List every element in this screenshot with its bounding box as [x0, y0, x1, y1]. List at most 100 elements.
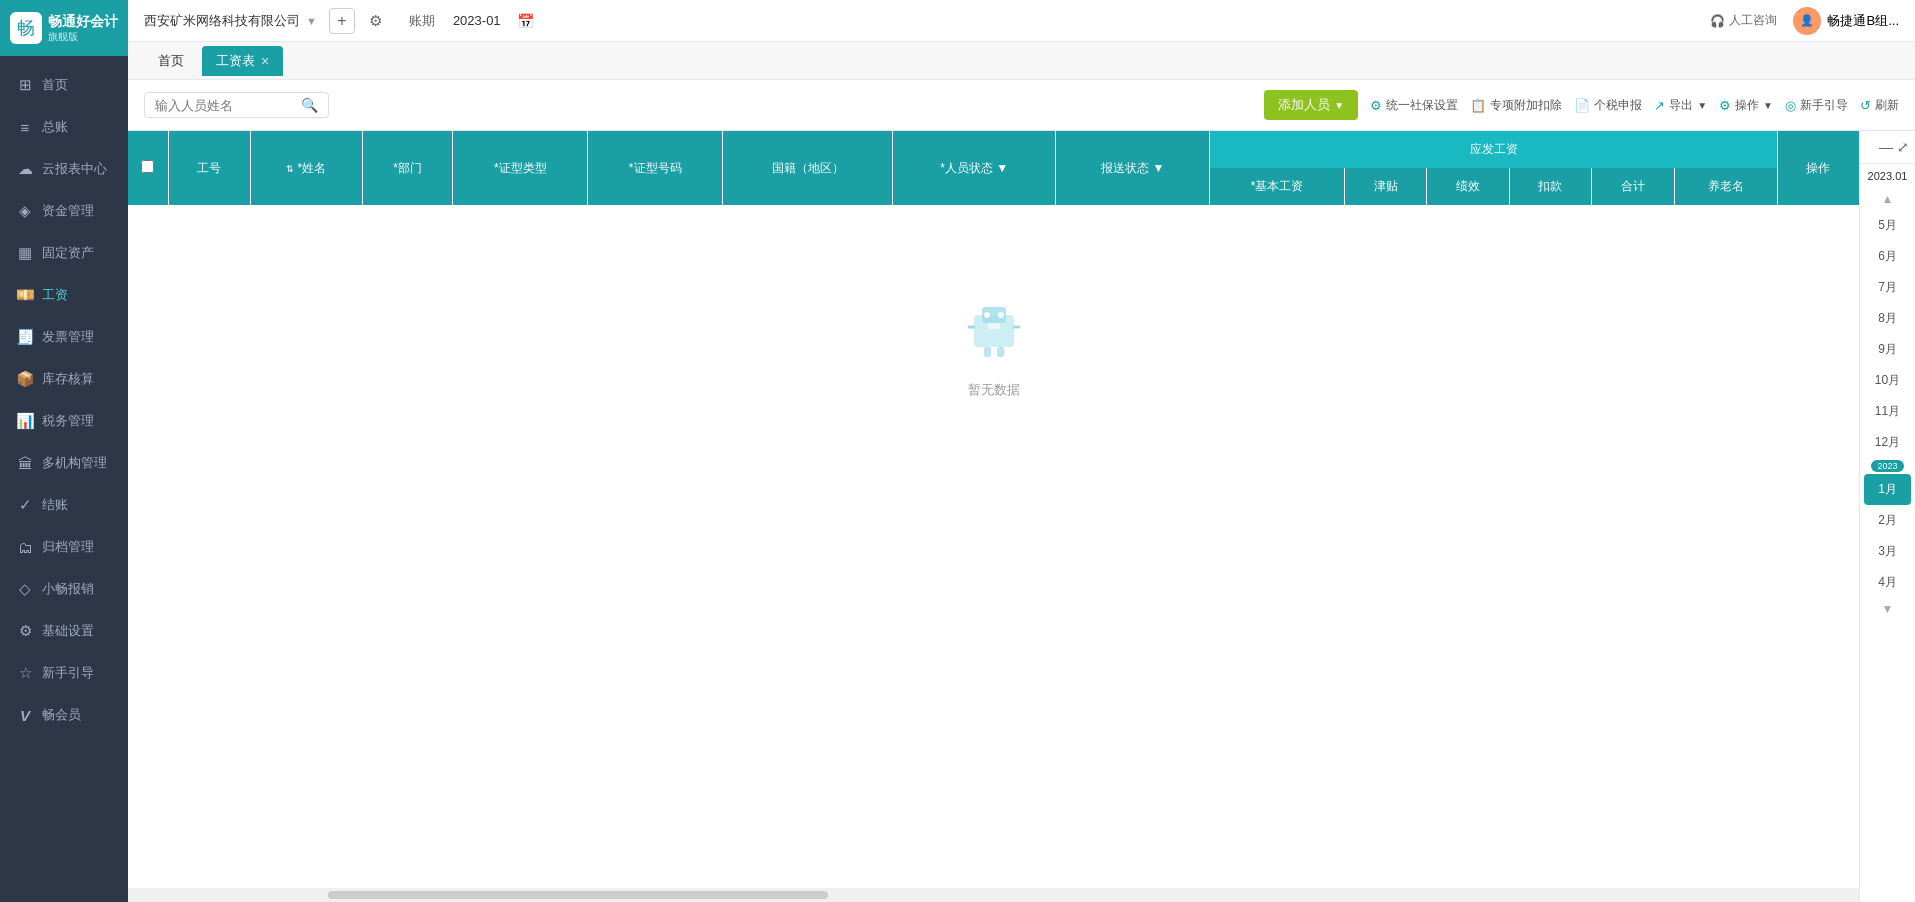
svg-point-2 [984, 312, 990, 318]
sidebar-item-settings[interactable]: ⚙ 基础设置 [0, 610, 128, 652]
sidebar-item-multi-org[interactable]: 🏛 多机构管理 [0, 442, 128, 484]
month-6-2022[interactable]: 6月 [1860, 241, 1915, 272]
month-1-2023[interactable]: 1月 [1864, 474, 1911, 505]
sidebar-item-close[interactable]: ✓ 结账 [0, 484, 128, 526]
refresh-action[interactable]: ↺ 刷新 [1860, 97, 1899, 114]
special-deduction-action[interactable]: 📋 专项附加扣除 [1470, 97, 1562, 114]
ledger-icon: ≡ [16, 119, 34, 136]
sidebar-item-expense[interactable]: ◇ 小畅报销 [0, 568, 128, 610]
month-3-2023[interactable]: 3月 [1860, 536, 1915, 567]
sidebar-item-fund[interactable]: ◈ 资金管理 [0, 190, 128, 232]
person-status-filter-icon: ▼ [996, 161, 1008, 175]
multi-org-icon: 🏛 [16, 455, 34, 472]
sidebar-item-home[interactable]: ⊞ 首页 [0, 64, 128, 106]
refresh-label: 刷新 [1875, 97, 1899, 114]
sidebar-item-ledger[interactable]: ≡ 总账 [0, 106, 128, 148]
archive-icon: 🗂 [16, 539, 34, 556]
empty-icon [954, 285, 1034, 365]
tab-home[interactable]: 首页 [144, 46, 198, 76]
special-deduction-label: 专项附加扣除 [1490, 97, 1562, 114]
service-label: 人工咨询 [1729, 12, 1777, 29]
setting-button[interactable]: ⚙ [363, 8, 389, 34]
deduction-header: 扣款 [1509, 168, 1591, 205]
social-insurance-action[interactable]: ⚙ 统一社保设置 [1370, 97, 1458, 114]
report-status-header[interactable]: 报送状态 ▼ [1056, 131, 1210, 205]
sidebar-item-archive[interactable]: 🗂 归档管理 [0, 526, 128, 568]
sidebar-item-fixed-assets[interactable]: ▦ 固定资产 [0, 232, 128, 274]
tab-salary[interactable]: 工资表 × [202, 46, 283, 76]
sidebar-item-tax[interactable]: 📊 税务管理 [0, 400, 128, 442]
operation-action[interactable]: ⚙ 操作 ▼ [1719, 97, 1773, 114]
sidebar-item-cloud-report[interactable]: ☁ 云报表中心 [0, 148, 128, 190]
close-period-icon: ✓ [16, 496, 34, 514]
fund-icon: ◈ [16, 202, 34, 220]
add-person-button[interactable]: 添加人员 ▼ [1264, 90, 1358, 120]
scroll-up-button[interactable]: ▲ [1860, 188, 1915, 210]
allowance-header: 津贴 [1345, 168, 1427, 205]
guide-action-icon: ◎ [1785, 98, 1796, 113]
sidebar-item-invoice[interactable]: 🧾 发票管理 [0, 316, 128, 358]
header: 西安矿米网络科技有限公司 ▼ + ⚙ 账期 2023-01 📅 🎧 人工咨询 👤 [128, 0, 1915, 42]
salary-icon: 💴 [16, 286, 34, 304]
month-5-2022[interactable]: 5月 [1860, 210, 1915, 241]
plus-icon: + [337, 12, 346, 30]
sidebar-item-guide[interactable]: ☆ 新手引导 [0, 652, 128, 694]
year-2023-badge-wrap: 2023 [1860, 460, 1915, 472]
sidebar-item-home-label: 首页 [42, 76, 68, 94]
app-logo: 畅 畅通好会计 旗舰版 [0, 0, 128, 56]
sidebar-item-invoice-label: 发票管理 [42, 328, 94, 346]
personal-tax-label: 个税申报 [1594, 97, 1642, 114]
personal-tax-action[interactable]: 📄 个税申报 [1574, 97, 1642, 114]
sidebar-item-inventory-label: 库存核算 [42, 370, 94, 388]
tax-icon: 📊 [16, 412, 34, 430]
export-action[interactable]: ↗ 导出 ▼ [1654, 97, 1707, 114]
inventory-icon: 📦 [16, 370, 34, 388]
month-7-2022[interactable]: 7月 [1860, 272, 1915, 303]
svg-rect-8 [997, 347, 1004, 357]
guide-action[interactable]: ◎ 新手引导 [1785, 97, 1848, 114]
month-9-2022[interactable]: 9月 [1860, 334, 1915, 365]
month-4-2023[interactable]: 4月 [1860, 567, 1915, 598]
number-header: 工号 [168, 131, 250, 205]
panel-maximize-button[interactable]: ⤢ [1897, 139, 1909, 155]
social-insurance-icon: ⚙ [1370, 98, 1382, 113]
search-input[interactable] [155, 98, 295, 113]
name-header[interactable]: ⇅ *姓名 [250, 131, 362, 205]
month-8-2022[interactable]: 8月 [1860, 303, 1915, 334]
sidebar-item-member-label: 畅会员 [42, 706, 81, 724]
export-icon: ↗ [1654, 98, 1665, 113]
panel-minimize-button[interactable]: — [1879, 139, 1893, 155]
empty-state-row: 暂无数据 [128, 205, 1859, 479]
month-2-2023[interactable]: 2月 [1860, 505, 1915, 536]
sidebar-item-tax-label: 税务管理 [42, 412, 94, 430]
sidebar-item-inventory[interactable]: 📦 库存核算 [0, 358, 128, 400]
avatar: 👤 [1793, 7, 1821, 35]
content-area: 工号 ⇅ *姓名 *部门 *证型类型 *证型号码 国籍（地区） [128, 131, 1915, 902]
social-insurance-label: 统一社保设置 [1386, 97, 1458, 114]
month-12-2022[interactable]: 12月 [1860, 427, 1915, 458]
app-name: 畅通好会计 [48, 12, 118, 30]
select-all-checkbox[interactable] [141, 160, 154, 173]
export-dropdown-icon: ▼ [1697, 100, 1707, 111]
avatar-image: 👤 [1800, 14, 1814, 27]
user-name: 畅捷通B组... [1827, 12, 1899, 30]
scroll-down-button[interactable]: ▼ [1860, 598, 1915, 620]
add-company-button[interactable]: + [329, 8, 355, 34]
month-11-2022[interactable]: 11月 [1860, 396, 1915, 427]
company-selector[interactable]: 西安矿米网络科技有限公司 ▼ [144, 12, 317, 30]
service-button[interactable]: 🎧 人工咨询 [1710, 12, 1777, 29]
tab-home-label: 首页 [158, 53, 184, 68]
sidebar-item-archive-label: 归档管理 [42, 538, 94, 556]
person-status-header[interactable]: *人员状态 ▼ [893, 131, 1056, 205]
header-right: 🎧 人工咨询 👤 畅捷通B组... [1710, 7, 1899, 35]
base-salary-header: *基本工资 [1210, 168, 1345, 205]
tabs-bar: 首页 工资表 × [128, 42, 1915, 80]
scrollbar-thumb[interactable] [328, 891, 828, 899]
month-10-2022[interactable]: 10月 [1860, 365, 1915, 396]
operation-label: 操作 [1735, 97, 1759, 114]
sidebar-item-salary[interactable]: 💴 工资 [0, 274, 128, 316]
calendar-icon[interactable]: 📅 [517, 13, 534, 29]
sidebar-item-member[interactable]: V 畅会员 [0, 694, 128, 736]
horizontal-scrollbar[interactable] [128, 888, 1859, 902]
tab-close-icon[interactable]: × [261, 53, 269, 69]
